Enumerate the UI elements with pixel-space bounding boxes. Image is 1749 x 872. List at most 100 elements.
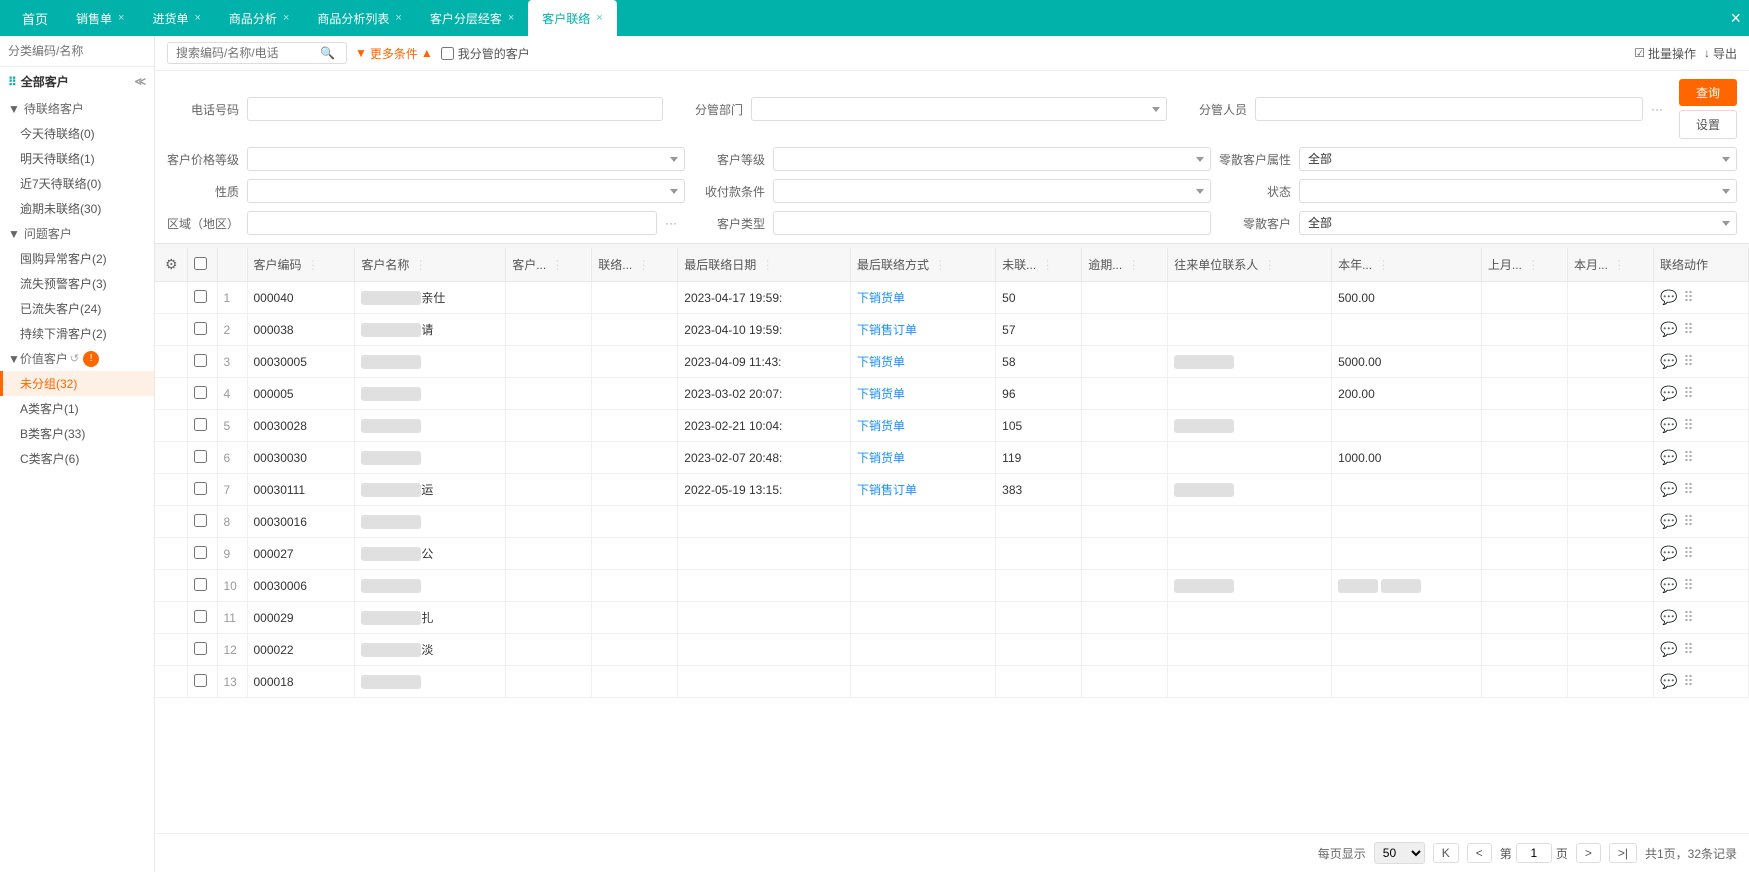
row-checkbox[interactable] — [194, 386, 207, 399]
cell-checkbox[interactable] — [187, 410, 217, 442]
row-checkbox[interactable] — [194, 546, 207, 559]
filter-price-level-select[interactable] — [247, 147, 685, 171]
last-page-btn[interactable]: >| — [1609, 843, 1637, 863]
more-action-icon[interactable]: ⠿ — [1683, 481, 1693, 498]
chat-icon[interactable]: 💬 — [1660, 577, 1677, 594]
resize-last-way[interactable]: ⋮ — [934, 258, 937, 272]
export-btn[interactable]: ↓ 导出 — [1704, 45, 1737, 62]
region-ellipsis-btn[interactable]: ··· — [657, 212, 685, 234]
sidebar-item-churn-warning[interactable]: 流失预警客户(3) — [0, 271, 154, 296]
contact-way-link[interactable]: 下销货单 — [857, 451, 905, 465]
more-action-icon[interactable]: ⠿ — [1683, 353, 1693, 370]
select-all-checkbox[interactable] — [194, 257, 207, 270]
filter-region-input[interactable] — [247, 211, 657, 235]
chat-icon[interactable]: 💬 — [1660, 385, 1677, 402]
sidebar-item-class-a[interactable]: A类客户(1) — [0, 396, 154, 421]
page-size-select[interactable]: 50 100 200 — [1374, 842, 1425, 864]
more-action-icon[interactable]: ⠿ — [1683, 289, 1693, 306]
close-sales-icon[interactable]: × — [118, 12, 124, 24]
resize-type[interactable]: ⋮ — [552, 258, 555, 272]
filter-status-select[interactable] — [1299, 179, 1737, 203]
filter-retail-attr-select[interactable]: 全部 — [1299, 147, 1737, 171]
resize-this-year[interactable]: ⋮ — [1377, 258, 1380, 272]
contact-way-link[interactable]: 下销货单 — [857, 355, 905, 369]
resize-this-month[interactable]: ⋮ — [1613, 258, 1616, 272]
more-action-icon[interactable]: ⠿ — [1683, 449, 1693, 466]
chat-icon[interactable]: 💬 — [1660, 673, 1677, 690]
contact-way-link[interactable]: 下销货单 — [857, 419, 905, 433]
chat-icon[interactable]: 💬 — [1660, 641, 1677, 658]
nav-tab-sales[interactable]: 销售单 × — [62, 0, 138, 36]
cell-checkbox[interactable] — [187, 634, 217, 666]
col-this-year[interactable]: 本年... ⋮ — [1332, 248, 1482, 282]
chat-icon[interactable]: 💬 — [1660, 449, 1677, 466]
filter-search-input[interactable] — [176, 46, 316, 60]
chat-icon[interactable]: 💬 — [1660, 609, 1677, 626]
cell-last-way[interactable] — [851, 506, 996, 538]
filter-cust-type-input[interactable] — [773, 211, 1211, 235]
sidebar-item-declining[interactable]: 持续下滑客户(2) — [0, 321, 154, 346]
cell-checkbox[interactable] — [187, 474, 217, 506]
row-checkbox[interactable] — [194, 418, 207, 431]
close-customer-tier-icon[interactable]: × — [508, 12, 514, 24]
row-checkbox[interactable] — [194, 578, 207, 591]
row-checkbox[interactable] — [194, 674, 207, 687]
query-button[interactable]: 查询 — [1679, 79, 1737, 106]
cell-last-way[interactable] — [851, 602, 996, 634]
resize-contact[interactable]: ⋮ — [638, 258, 641, 272]
collapse-btn[interactable]: ≪ — [134, 75, 146, 88]
contact-way-link[interactable]: 下销货单 — [857, 291, 905, 305]
sidebar-search-input[interactable] — [8, 44, 155, 58]
settings-icon[interactable]: ⚙ — [165, 256, 178, 272]
my-customers-toggle[interactable]: 我分管的客户 — [441, 45, 530, 62]
reset-button[interactable]: 设置 — [1679, 110, 1737, 139]
next-page-btn[interactable]: > — [1576, 843, 1601, 863]
resize-contact-person[interactable]: ⋮ — [1264, 258, 1267, 272]
sidebar-item-7days-pending[interactable]: 近7天待联络(0) — [0, 171, 154, 196]
cell-last-way[interactable] — [851, 570, 996, 602]
group-pending-contact[interactable]: ▼ 待联络客户 — [0, 96, 154, 121]
chat-icon[interactable]: 💬 — [1660, 545, 1677, 562]
col-overdue[interactable]: 逾期... ⋮ — [1082, 248, 1168, 282]
cell-last-way[interactable]: 下销货单 — [851, 346, 996, 378]
chat-icon[interactable]: 💬 — [1660, 289, 1677, 306]
col-last-date[interactable]: 最后联络日期 ⋮ — [678, 248, 851, 282]
close-all-btn[interactable]: × — [1730, 8, 1741, 29]
col-name[interactable]: 客户名称 ⋮ — [355, 248, 506, 282]
cell-checkbox[interactable] — [187, 314, 217, 346]
more-action-icon[interactable]: ⠿ — [1683, 385, 1693, 402]
chat-icon[interactable]: 💬 — [1660, 513, 1677, 530]
cell-last-way[interactable]: 下销售订单 — [851, 314, 996, 346]
contact-way-link[interactable]: 下销货单 — [857, 387, 905, 401]
more-action-icon[interactable]: ⠿ — [1683, 673, 1693, 690]
filter-person-input[interactable] — [1255, 97, 1643, 121]
cell-last-way[interactable] — [851, 634, 996, 666]
resize-overdue[interactable]: ⋮ — [1128, 258, 1131, 272]
chat-icon[interactable]: 💬 — [1660, 417, 1677, 434]
more-action-icon[interactable]: ⠿ — [1683, 321, 1693, 338]
close-customer-contact-icon[interactable]: × — [596, 12, 602, 24]
close-purchase-icon[interactable]: × — [194, 12, 200, 24]
row-checkbox[interactable] — [194, 610, 207, 623]
cell-last-way[interactable]: 下销货单 — [851, 442, 996, 474]
cell-checkbox[interactable] — [187, 378, 217, 410]
filter-nature-select[interactable] — [247, 179, 685, 203]
first-page-btn[interactable]: K — [1433, 843, 1459, 863]
chat-icon[interactable]: 💬 — [1660, 321, 1677, 338]
filter-phone-input[interactable] — [247, 97, 663, 121]
cell-last-way[interactable] — [851, 666, 996, 698]
cell-last-way[interactable] — [851, 538, 996, 570]
nav-tab-customer-tier[interactable]: 客户分层经客 × — [416, 0, 528, 36]
cell-last-way[interactable]: 下销货单 — [851, 282, 996, 314]
cell-checkbox[interactable] — [187, 666, 217, 698]
resize-last-date[interactable]: ⋮ — [762, 258, 765, 272]
nav-tab-analysis[interactable]: 商品分析 × — [215, 0, 303, 36]
cell-checkbox[interactable] — [187, 570, 217, 602]
page-input[interactable] — [1516, 843, 1552, 863]
group-problem-customer[interactable]: ▼ 问题客户 — [0, 221, 154, 246]
sidebar-item-class-b[interactable]: B类客户(33) — [0, 421, 154, 446]
col-contact-person[interactable]: 往来单位联系人 ⋮ — [1168, 248, 1332, 282]
nav-tab-analysis-list[interactable]: 商品分析列表 × — [303, 0, 415, 36]
more-action-icon[interactable]: ⠿ — [1683, 513, 1693, 530]
more-action-icon[interactable]: ⠿ — [1683, 577, 1693, 594]
